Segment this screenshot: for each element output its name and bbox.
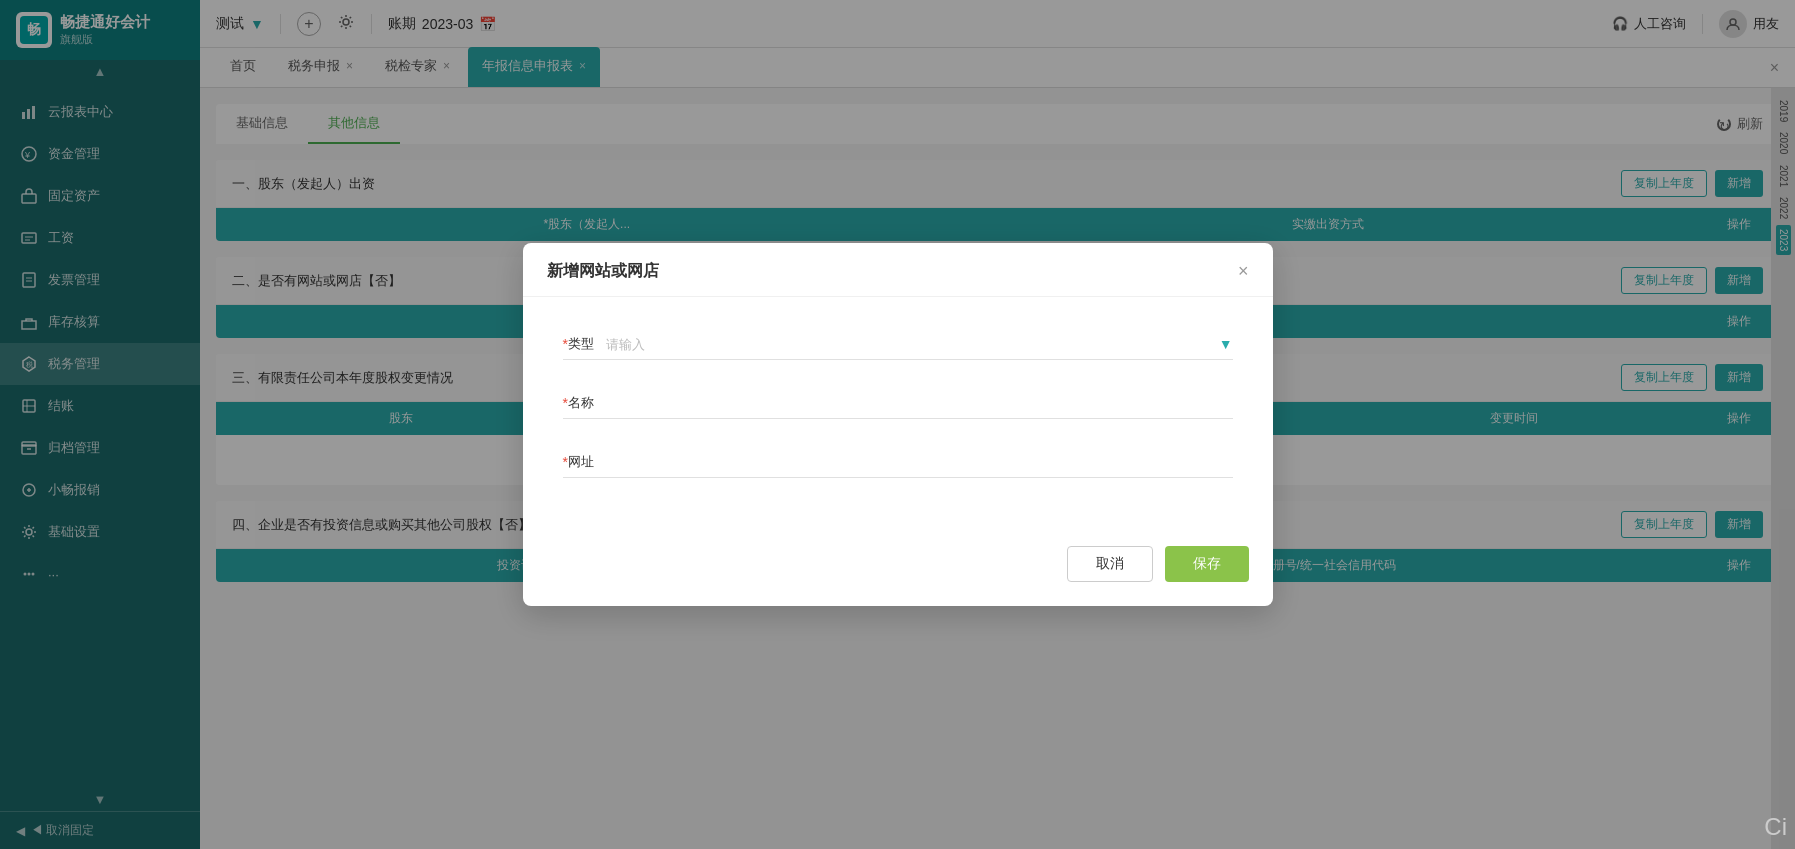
name-label: 名称	[568, 394, 594, 412]
type-label: 类型	[568, 335, 594, 353]
dialog-overlay[interactable]: 新增网站或网店 × * 类型 ▼ * 名称	[0, 0, 1795, 849]
dialog-close-button[interactable]: ×	[1238, 261, 1249, 282]
add-website-dialog: 新增网站或网店 × * 类型 ▼ * 名称	[523, 243, 1273, 606]
url-input-row: * 网址	[563, 447, 1233, 478]
type-input-row: * 类型 ▼	[563, 329, 1233, 360]
type-dropdown-arrow[interactable]: ▼	[1219, 336, 1233, 352]
form-field-url: * 网址	[563, 447, 1233, 478]
bottom-watermark: Ci	[1756, 805, 1795, 849]
name-input-row: * 名称	[563, 388, 1233, 419]
dialog-header: 新增网站或网店 ×	[523, 243, 1273, 297]
url-label: 网址	[568, 453, 594, 471]
dialog-body: * 类型 ▼ * 名称 * 网址	[523, 297, 1273, 530]
save-button[interactable]: 保存	[1165, 546, 1249, 582]
type-input[interactable]	[606, 337, 1219, 352]
name-input[interactable]	[606, 396, 1233, 411]
form-field-name: * 名称	[563, 388, 1233, 419]
form-field-type: * 类型 ▼	[563, 329, 1233, 360]
cancel-button[interactable]: 取消	[1067, 546, 1153, 582]
dialog-footer: 取消 保存	[523, 530, 1273, 606]
dialog-title: 新增网站或网店	[547, 261, 659, 282]
url-input[interactable]	[606, 455, 1233, 470]
